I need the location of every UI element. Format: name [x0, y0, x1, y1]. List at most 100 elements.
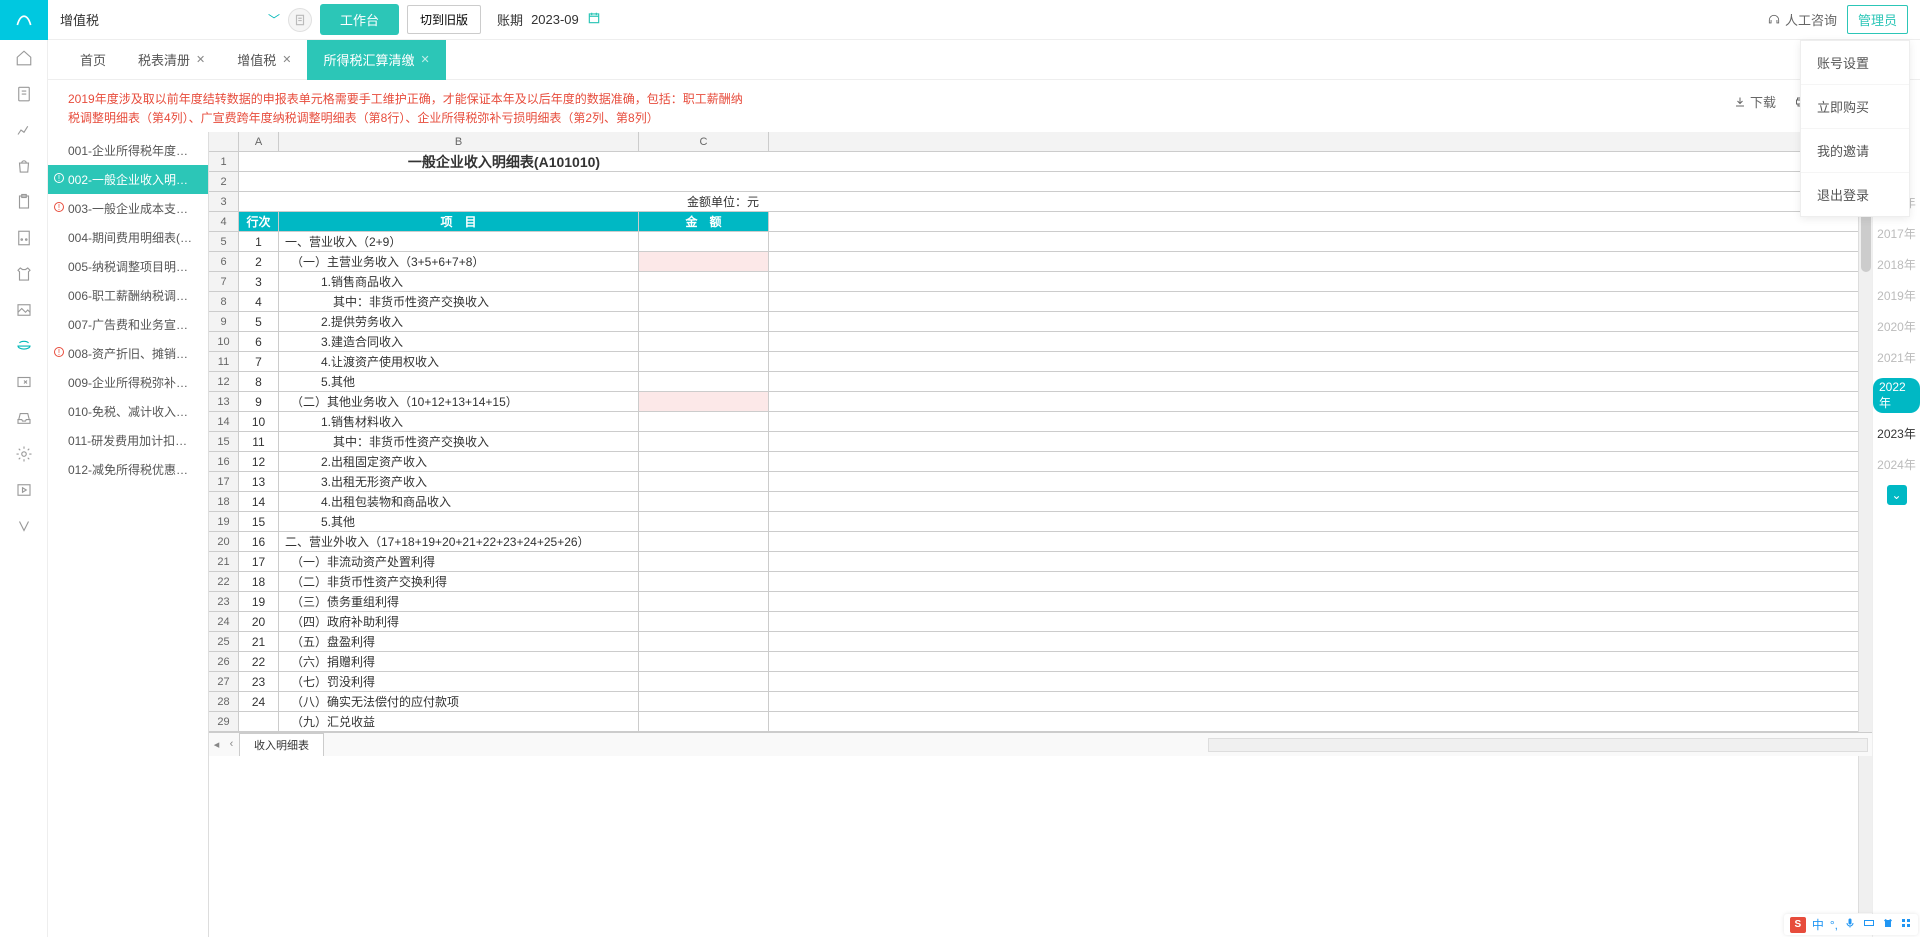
cell-a[interactable]: 8	[239, 372, 279, 391]
cell-b[interactable]: 5.其他	[279, 372, 639, 391]
calendar-icon[interactable]	[587, 11, 601, 28]
chevron-down-icon[interactable]: ﹀	[268, 11, 280, 28]
cell-c[interactable]	[639, 712, 769, 731]
cell-b[interactable]: 5.其他	[279, 512, 639, 531]
cell-b[interactable]: （一）主营业务收入（3+5+6+7+8）	[279, 252, 639, 271]
cell-a[interactable]: 12	[239, 452, 279, 471]
row-header[interactable]: 22	[209, 572, 239, 591]
cell-a[interactable]: 4	[239, 292, 279, 311]
cell-c[interactable]	[639, 392, 769, 411]
cell-c[interactable]	[639, 272, 769, 291]
cell-c[interactable]	[639, 472, 769, 491]
row-header[interactable]: 13	[209, 392, 239, 411]
form-item-3[interactable]: 004-期间费用明细表(A1040...	[48, 223, 208, 252]
row-header[interactable]: 3	[209, 192, 239, 211]
sheet-body[interactable]: 1一般企业收入明细表(A101010)23金额单位：元4行次项 目金 额51一、…	[209, 152, 1872, 732]
nav-bag-icon[interactable]	[0, 148, 48, 184]
year-item[interactable]: 2020年	[1873, 316, 1920, 337]
form-item-7[interactable]: !008-资产折旧、摊销及纳税...	[48, 339, 208, 368]
cell-c[interactable]	[639, 632, 769, 651]
form-item-9[interactable]: 010-免税、减计收入及加计...	[48, 397, 208, 426]
nav-v-icon[interactable]	[0, 508, 48, 544]
cell-c[interactable]	[639, 372, 769, 391]
cell-b[interactable]: （八）确实无法偿付的应付款项	[279, 692, 639, 711]
doc-round-button[interactable]	[288, 8, 312, 32]
close-icon[interactable]: ✕	[282, 53, 291, 66]
corner-cell[interactable]	[209, 132, 239, 151]
cell-c[interactable]	[639, 532, 769, 551]
cell-b[interactable]: 1.销售商品收入	[279, 272, 639, 291]
tab-home[interactable]: 首页	[64, 40, 122, 80]
download-button[interactable]: 下载	[1734, 92, 1776, 111]
row-header[interactable]: 12	[209, 372, 239, 391]
nav-shirt-icon[interactable]	[0, 256, 48, 292]
row-header[interactable]: 28	[209, 692, 239, 711]
row-header[interactable]: 7	[209, 272, 239, 291]
cell-b[interactable]: 2.出租固定资产收入	[279, 452, 639, 471]
nav-folder-icon[interactable]	[0, 364, 48, 400]
cell-a[interactable]: 10	[239, 412, 279, 431]
row-header[interactable]: 19	[209, 512, 239, 531]
nav-doc-icon[interactable]	[0, 76, 48, 112]
cell-b[interactable]: 其中：非货币性资产交换收入	[279, 432, 639, 451]
tab-tax-list[interactable]: 税表清册✕	[122, 40, 221, 80]
cell-a[interactable]: 17	[239, 552, 279, 571]
row-header[interactable]: 27	[209, 672, 239, 691]
ime-logo-icon[interactable]: S	[1790, 917, 1806, 933]
consult-button[interactable]: 人工咨询	[1767, 10, 1837, 29]
cell-b[interactable]: 二、营业外收入（17+18+19+20+21+22+23+24+25+26）	[279, 532, 639, 551]
row-header[interactable]: 16	[209, 452, 239, 471]
col-header-a[interactable]: A	[239, 132, 279, 151]
switch-old-button[interactable]: 切到旧版	[407, 5, 481, 34]
tab-vat[interactable]: 增值税✕	[221, 40, 307, 80]
col-header-b[interactable]: B	[279, 132, 639, 151]
cell-a[interactable]: 22	[239, 652, 279, 671]
cell-c[interactable]	[639, 552, 769, 571]
cell-a[interactable]: 19	[239, 592, 279, 611]
close-icon[interactable]: ✕	[196, 53, 205, 66]
nav-play-icon[interactable]	[0, 472, 48, 508]
period-value[interactable]: 2023-09	[531, 12, 579, 27]
cell-b[interactable]: 2.提供劳务收入	[279, 312, 639, 331]
ime-keyboard-icon[interactable]	[1862, 917, 1876, 932]
row-header[interactable]: 24	[209, 612, 239, 631]
cell-b[interactable]: 3.出租无形资产收入	[279, 472, 639, 491]
cell-a[interactable]: 15	[239, 512, 279, 531]
cell-a[interactable]: 2	[239, 252, 279, 271]
cell-a[interactable]: 7	[239, 352, 279, 371]
row-header[interactable]: 5	[209, 232, 239, 251]
cell-c[interactable]	[639, 592, 769, 611]
form-item-5[interactable]: 006-职工薪酬纳税调整明细...	[48, 281, 208, 310]
cell-c[interactable]	[639, 332, 769, 351]
row-header[interactable]: 10	[209, 332, 239, 351]
year-item[interactable]: 2024年	[1873, 454, 1920, 475]
menu-account-settings[interactable]: 账号设置	[1801, 41, 1909, 85]
nav-inbox-icon[interactable]	[0, 400, 48, 436]
row-header[interactable]: 18	[209, 492, 239, 511]
cell-c[interactable]	[639, 512, 769, 531]
cell-b[interactable]: 其中：非货币性资产交换收入	[279, 292, 639, 311]
row-header[interactable]: 26	[209, 652, 239, 671]
cell-b[interactable]: 4.让渡资产使用权收入	[279, 352, 639, 371]
cell-b[interactable]: （一）非流动资产处置利得	[279, 552, 639, 571]
cell-c[interactable]	[639, 692, 769, 711]
nav-settings-icon[interactable]	[0, 436, 48, 472]
cell-a[interactable]: 13	[239, 472, 279, 491]
cell-b[interactable]: （三）债务重组利得	[279, 592, 639, 611]
sheet-nav-prev-icon[interactable]: ‹	[224, 738, 239, 751]
row-header[interactable]: 9	[209, 312, 239, 331]
cell-c[interactable]	[639, 672, 769, 691]
row-header[interactable]: 6	[209, 252, 239, 271]
menu-my-invites[interactable]: 我的邀请	[1801, 129, 1909, 173]
cell-c[interactable]	[639, 232, 769, 251]
col-header-c[interactable]: C	[639, 132, 769, 151]
row-header[interactable]: 4	[209, 212, 239, 231]
row-header[interactable]: 15	[209, 432, 239, 451]
cell-a[interactable]: 5	[239, 312, 279, 331]
cell-a[interactable]: 3	[239, 272, 279, 291]
nav-home-icon[interactable]	[0, 40, 48, 76]
app-logo[interactable]	[0, 0, 48, 40]
row-header[interactable]: 25	[209, 632, 239, 651]
cell-b[interactable]: 3.建造合同收入	[279, 332, 639, 351]
ime-lang[interactable]: 中	[1812, 916, 1824, 933]
